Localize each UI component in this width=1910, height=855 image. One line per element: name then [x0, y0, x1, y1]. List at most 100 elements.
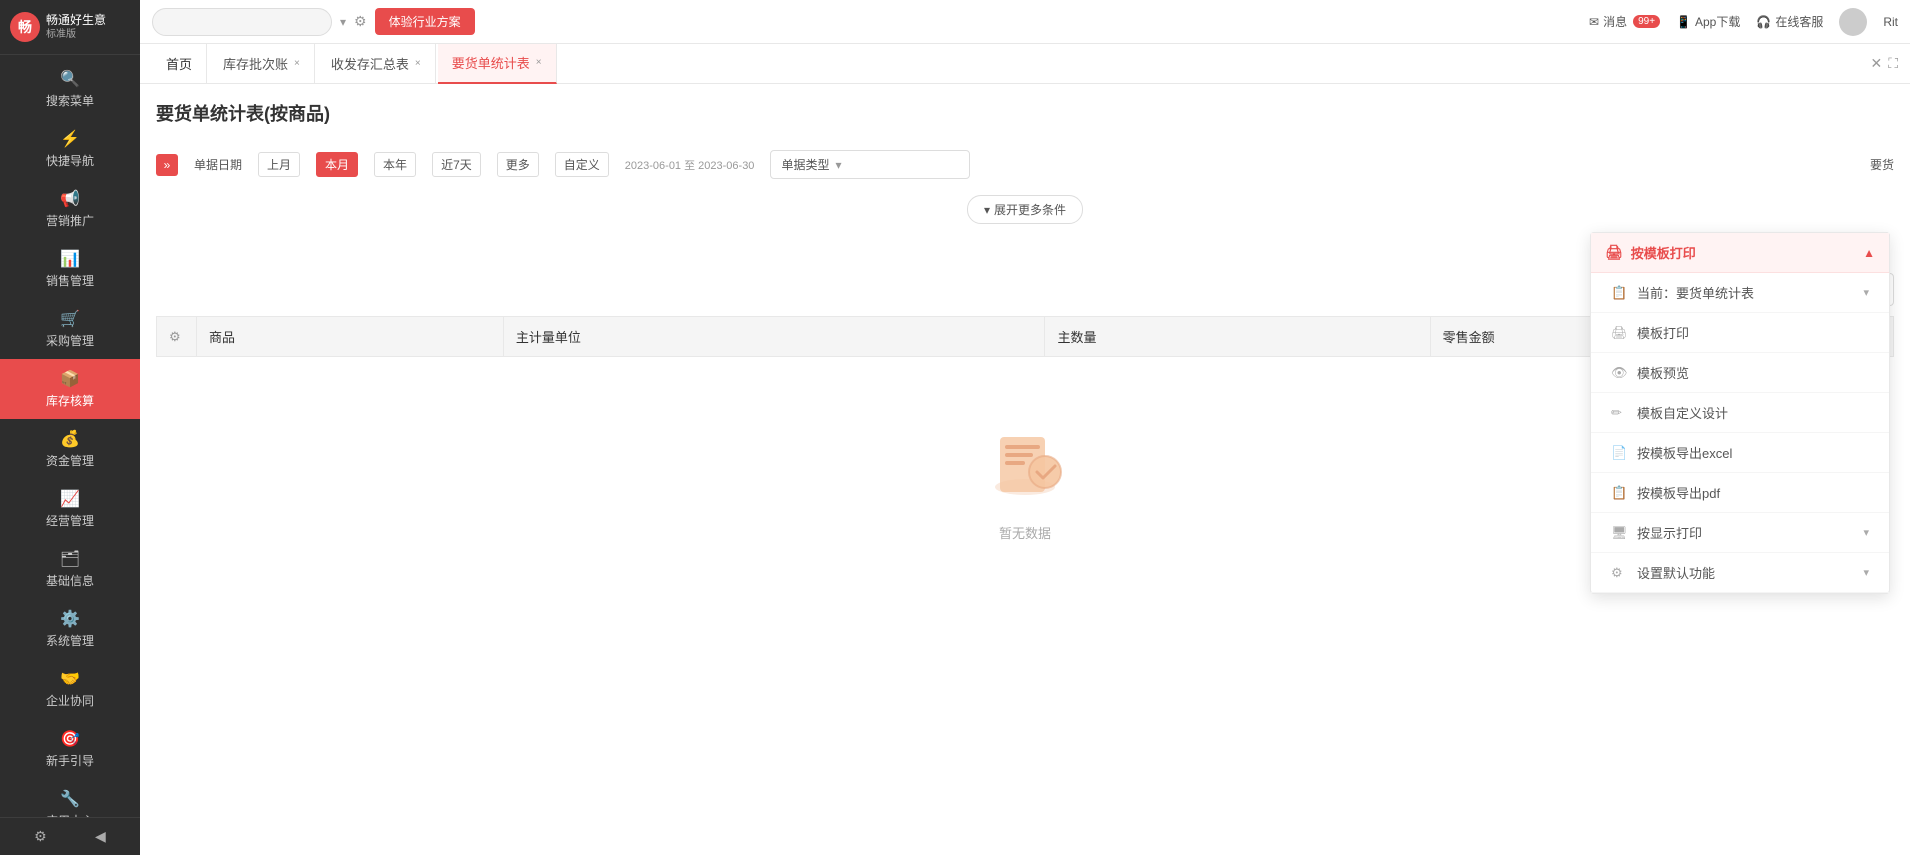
guide-label: 新手引导 — [46, 752, 94, 769]
app-logo: 畅 畅通好生意 标准版 — [0, 0, 140, 55]
template-pdf-label: 按模板导出pdf — [1637, 483, 1720, 502]
dropdown-template-excel[interactable]: 📄 按模板导出excel — [1591, 433, 1889, 473]
shortcut-icon: ⚡ — [60, 129, 80, 149]
order-type-chevron-icon: ▾ — [835, 158, 841, 172]
trial-button[interactable]: 体验行业方案 — [375, 8, 475, 35]
tab-collect-summary-close[interactable]: × — [415, 58, 421, 69]
tab-inventory-batch-close[interactable]: × — [294, 58, 300, 69]
col-unit: 主计量单位 — [503, 317, 1045, 357]
tab-close-all-icon[interactable]: ✕ — [1870, 55, 1882, 72]
template-preview-label: 模板预览 — [1637, 363, 1689, 382]
settings-footer-icon[interactable]: ⚙ — [34, 828, 47, 845]
dropdown-template-custom[interactable]: ✏ 模板自定义设计 — [1591, 393, 1889, 433]
dropdown-template-preview[interactable]: 👁 模板预览 — [1591, 353, 1889, 393]
sidebar-item-system[interactable]: ⚙️ 系统管理 — [0, 599, 140, 659]
username-label[interactable]: Rit — [1883, 15, 1898, 29]
sidebar-item-finance[interactable]: 💰 资金管理 — [0, 419, 140, 479]
app-download-icon: 📱 — [1676, 15, 1691, 29]
sidebar-item-purchase[interactable]: 🛒 采购管理 — [0, 299, 140, 359]
dropdown-title: 按模板打印 — [1631, 243, 1696, 262]
finance-label: 资金管理 — [46, 452, 94, 469]
display-print-icon: 🖥 — [1611, 525, 1627, 541]
messages-btn[interactable]: ✉ 消息 99+ — [1589, 13, 1660, 30]
main-area: ▾ ⚙ 体验行业方案 ✉ 消息 99+ 📱 App下载 🎧 在线客服 Rit 首… — [140, 0, 1910, 855]
dropdown-default-func[interactable]: ⚙ 设置默认功能 ▾ — [1591, 553, 1889, 593]
sidebar-item-apps[interactable]: 🔧 应用中心 — [0, 779, 140, 817]
display-print-arrow: ▾ — [1863, 526, 1869, 539]
avatar[interactable] — [1839, 8, 1867, 36]
tab-inventory-batch[interactable]: 库存批次账 × — [209, 44, 315, 84]
search-input[interactable] — [152, 8, 332, 36]
date-btn-this-month[interactable]: 本月 — [316, 152, 358, 177]
operation-icon: 📈 — [60, 489, 80, 509]
tab-order-stats-close[interactable]: × — [536, 57, 542, 68]
template-excel-label: 按模板导出excel — [1637, 443, 1732, 462]
col-quantity: 主数量 — [1045, 317, 1430, 357]
logo-icon: 畅 — [10, 12, 40, 42]
sidebar-item-collab[interactable]: 🤝 企业协同 — [0, 659, 140, 719]
col-product: 商品 — [197, 317, 504, 357]
date-btn-more[interactable]: 更多 — [497, 152, 539, 177]
col-settings[interactable]: ⚙ — [157, 317, 197, 357]
date-btn-custom[interactable]: 自定义 — [555, 152, 609, 177]
dropdown-header[interactable]: 🖨 按模板打印 ▲ — [1591, 233, 1889, 273]
sidebar-nav: 🔍 搜索菜单 ⚡ 快捷导航 📢 营销推广 📊 销售管理 🛒 采购管理 📦 库存核… — [0, 55, 140, 817]
app-download-btn[interactable]: 📱 App下载 — [1676, 13, 1740, 30]
apps-icon: 🔧 — [60, 789, 80, 809]
online-service-btn[interactable]: 🎧 在线客服 — [1756, 13, 1823, 30]
display-print-label: 按显示打印 — [1637, 523, 1702, 542]
tab-collect-summary[interactable]: 收发存汇总表 × — [317, 44, 436, 84]
marketing-label: 营销推广 — [46, 212, 94, 229]
system-icon: ⚙️ — [60, 609, 80, 629]
dropdown-template-print[interactable]: 🖨 模板打印 — [1591, 313, 1889, 353]
date-btn-7days[interactable]: 近7天 — [432, 152, 481, 177]
dropdown-template-pdf[interactable]: 📋 按模板导出pdf — [1591, 473, 1889, 513]
date-btn-this-year[interactable]: 本年 — [374, 152, 416, 177]
table-settings-icon[interactable]: ⚙ — [169, 329, 181, 344]
template-print-label: 模板打印 — [1637, 323, 1689, 342]
sales-icon: 📊 — [60, 249, 80, 269]
sales-label: 销售管理 — [46, 272, 94, 289]
operation-label: 经营管理 — [46, 512, 94, 529]
sidebar-item-search[interactable]: 🔍 搜索菜单 — [0, 59, 140, 119]
print-dropdown-menu: 🖨 按模板打印 ▲ 📋 当前：要货单统计表 ▾ 🖨 模板打印 👁 模板预览 — [1590, 232, 1890, 594]
dropdown-collapse-arrow[interactable]: ▲ — [1863, 246, 1875, 260]
search-icon: 🔍 — [60, 69, 80, 89]
sound-footer-icon[interactable]: ◀ — [95, 828, 106, 845]
dropdown-current-template[interactable]: 📋 当前：要货单统计表 ▾ — [1591, 273, 1889, 313]
current-template-arrow: ▾ — [1863, 286, 1869, 299]
tab-order-stats[interactable]: 要货单统计表 × — [438, 44, 557, 84]
sidebar-item-shortcut[interactable]: ⚡ 快捷导航 — [0, 119, 140, 179]
current-template-icon: 📋 — [1611, 285, 1627, 301]
inventory-label: 库存核算 — [46, 392, 94, 409]
sidebar-item-marketing[interactable]: 📢 营销推广 — [0, 179, 140, 239]
template-print-icon: 🖨 — [1611, 325, 1627, 341]
template-pdf-icon: 📋 — [1611, 485, 1627, 501]
online-service-label: 在线客服 — [1775, 13, 1823, 30]
tab-home[interactable]: 首页 — [152, 44, 207, 84]
filter-row: » 单据日期 上月 本月 本年 近7天 更多 自定义 2023-06-01 至 … — [156, 142, 1894, 187]
expand-filter-icon[interactable]: » — [156, 154, 178, 176]
purchase-icon: 🛒 — [60, 309, 80, 329]
topbar: ▾ ⚙ 体验行业方案 ✉ 消息 99+ 📱 App下载 🎧 在线客服 Rit — [140, 0, 1910, 44]
date-range-label: 2023-06-01 至 2023-06-30 — [625, 157, 755, 173]
expand-more-btn[interactable]: ▾ 展开更多条件 — [967, 195, 1083, 224]
page-title: 要货单统计表(按商品) — [156, 100, 1894, 126]
sidebar-item-operation[interactable]: 📈 经营管理 — [0, 479, 140, 539]
template-custom-icon: ✏ — [1611, 405, 1627, 421]
purchase-label: 采购管理 — [46, 332, 94, 349]
app-name: 畅通好生意 — [46, 13, 106, 29]
sidebar-item-guide[interactable]: 🎯 新手引导 — [0, 719, 140, 779]
finance-icon: 💰 — [60, 429, 80, 449]
date-btn-last-month[interactable]: 上月 — [258, 152, 300, 177]
order-type-select[interactable]: 单据类型 ▾ — [770, 150, 970, 179]
tab-collect-summary-label: 收发存汇总表 — [331, 54, 409, 73]
tab-expand-icon[interactable]: ⛶ — [1888, 55, 1898, 72]
topbar-gear-icon[interactable]: ⚙ — [354, 13, 367, 30]
sidebar-item-inventory[interactable]: 📦 库存核算 — [0, 359, 140, 419]
sidebar-item-basic[interactable]: 🗂 基础信息 — [0, 539, 140, 599]
tabs-bar: 首页 库存批次账 × 收发存汇总表 × 要货单统计表 × ✕ ⛶ — [140, 44, 1910, 84]
sidebar-item-sales[interactable]: 📊 销售管理 — [0, 239, 140, 299]
dropdown-display-print[interactable]: 🖥 按显示打印 ▾ — [1591, 513, 1889, 553]
search-chevron-icon[interactable]: ▾ — [340, 15, 346, 29]
